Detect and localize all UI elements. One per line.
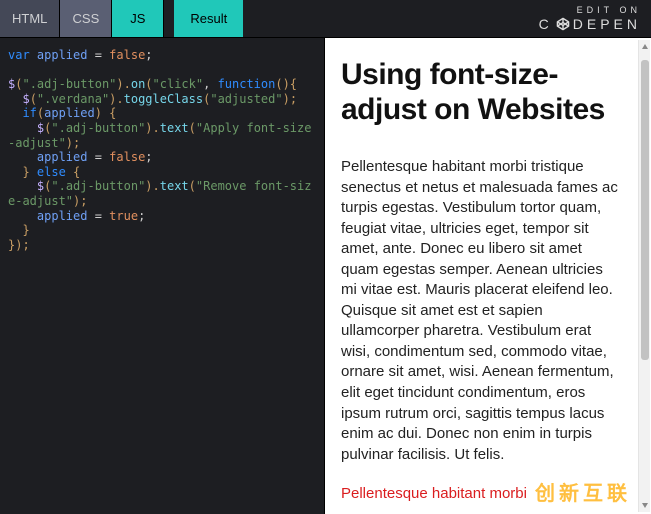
- tab-result[interactable]: Result: [174, 0, 243, 37]
- paragraph-georgia: Pellentesque habitant morbi tristique se…: [341, 157, 621, 465]
- codepen-icon: [556, 17, 570, 31]
- js-source: var applied = false; $(".adj-button").on…: [8, 48, 316, 252]
- scroll-up-icon[interactable]: [642, 44, 648, 49]
- code-pane[interactable]: var applied = false; $(".adj-button").on…: [0, 38, 324, 514]
- scroll-down-icon[interactable]: [642, 503, 648, 508]
- tab-css[interactable]: CSS: [60, 0, 112, 37]
- page-title: Using font-size-adjust on Websites: [341, 58, 621, 127]
- tab-html[interactable]: HTML: [0, 0, 60, 37]
- codepen-logo-text: C DEPEN: [539, 17, 641, 31]
- result-content[interactable]: Using font-size-adjust on Websites Pelle…: [325, 38, 637, 514]
- main-split: var applied = false; $(".adj-button").on…: [0, 38, 651, 514]
- edit-on-codepen-link[interactable]: EDIT ON C DEPEN: [539, 6, 651, 31]
- edit-on-label: EDIT ON: [539, 6, 641, 15]
- scrollbar-track[interactable]: [638, 40, 650, 512]
- codepen-embed: HTML CSS JS Result EDIT ON C DEPEN var a…: [0, 0, 651, 514]
- tab-js[interactable]: JS: [112, 0, 164, 37]
- result-pane: Using font-size-adjust on Websites Pelle…: [324, 38, 651, 514]
- paragraph-verdana: Pellentesque habitant morbi: [341, 483, 621, 506]
- top-bar: HTML CSS JS Result EDIT ON C DEPEN: [0, 0, 651, 38]
- scrollbar-thumb[interactable]: [641, 60, 649, 360]
- tab-row: HTML CSS JS Result: [0, 0, 243, 37]
